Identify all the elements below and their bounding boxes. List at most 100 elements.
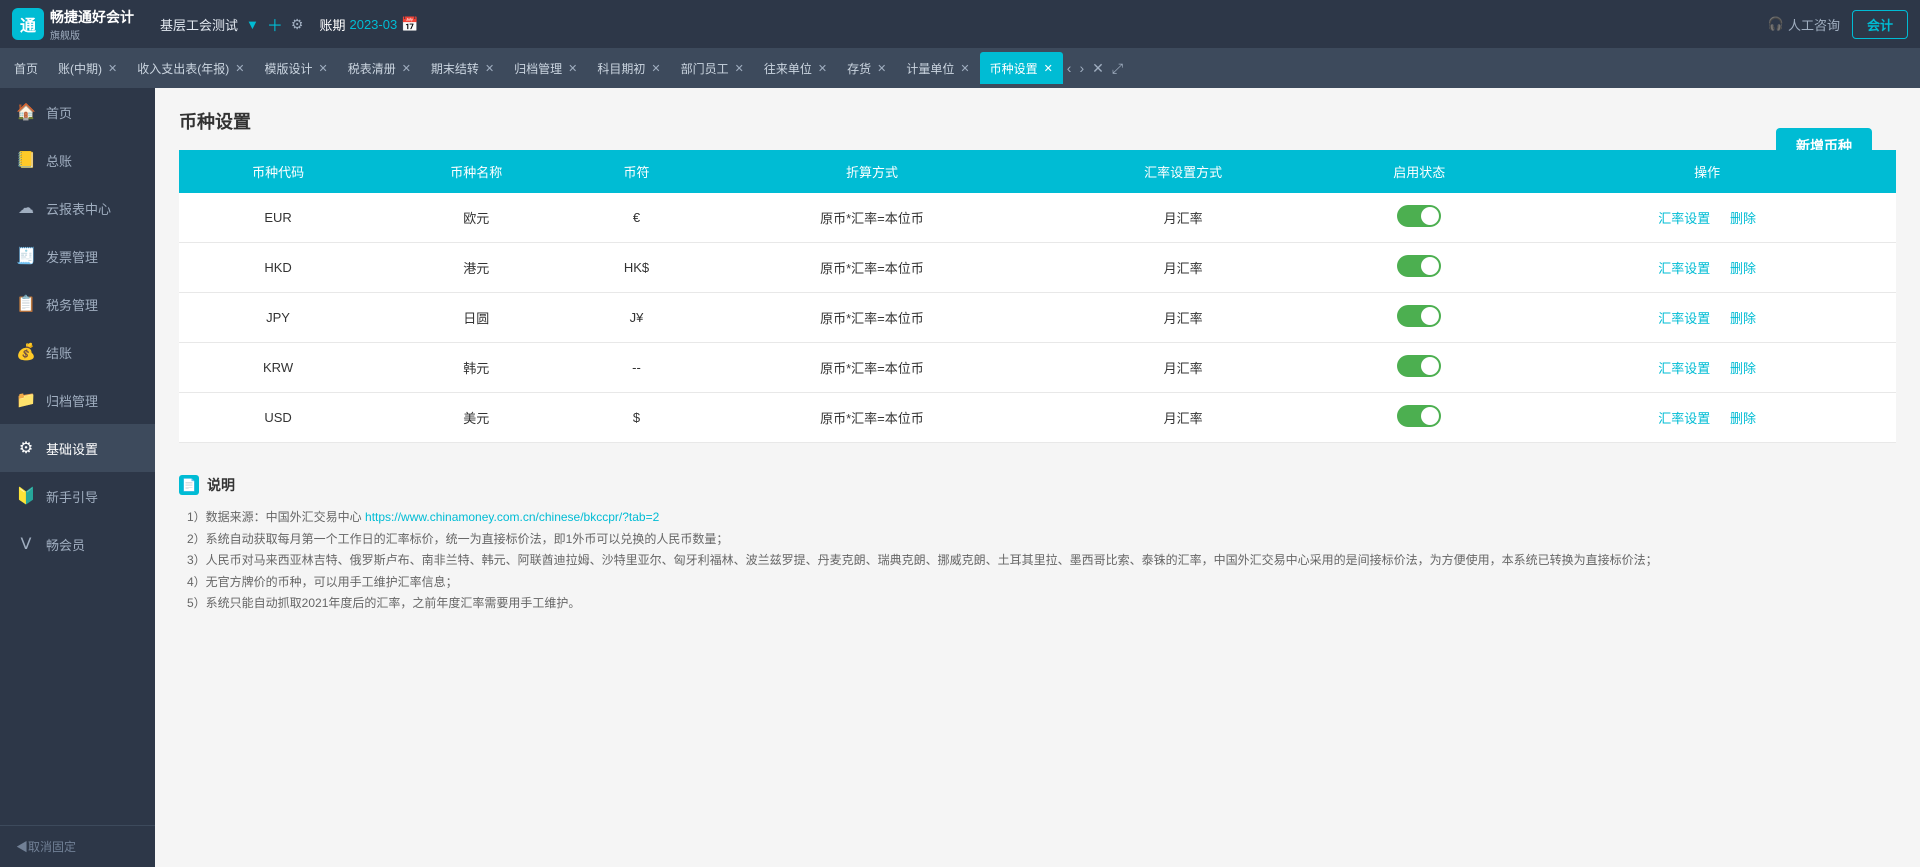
- home-icon: 🏠: [16, 102, 36, 122]
- tab-counterparty[interactable]: 往来单位 ✕: [754, 52, 837, 84]
- sidebar-label-home: 首页: [46, 103, 72, 122]
- project-dropdown-icon[interactable]: ▼: [246, 17, 259, 32]
- cell-code: USD: [179, 393, 377, 443]
- tab-nav-prev-icon[interactable]: ‹: [1063, 60, 1076, 76]
- notice-title: 说明: [207, 475, 235, 495]
- page-title: 币种设置: [179, 108, 1896, 134]
- sidebar-item-member[interactable]: Ⅴ 畅会员: [0, 520, 155, 568]
- sidebar-item-checkout[interactable]: 💰 结账: [0, 328, 155, 376]
- table-row: JPY 日圆 J¥ 原币*汇率=本位币 月汇率 汇率设置 删除: [179, 293, 1896, 343]
- rate-settings-link[interactable]: 汇率设置: [1658, 361, 1710, 376]
- sidebar-item-ledger[interactable]: 📒 总账: [0, 136, 155, 184]
- enabled-toggle[interactable]: [1397, 205, 1441, 227]
- delete-link[interactable]: 删除: [1730, 311, 1756, 326]
- add-project-icon[interactable]: ＋: [267, 12, 283, 36]
- cell-symbol: HK$: [575, 243, 697, 293]
- notice-header: 📄 说明: [179, 475, 1896, 495]
- tab-close-all-icon[interactable]: ✕: [1088, 60, 1108, 77]
- tab-close-active-icon[interactable]: ✕: [1044, 62, 1053, 75]
- tab-close-icon[interactable]: ✕: [818, 62, 827, 75]
- project-name: 基层工会测试: [160, 15, 238, 34]
- tab-home[interactable]: 首页: [4, 52, 48, 84]
- app-logo: 通 畅捷通好会计 旗舰版: [12, 7, 152, 42]
- settings-icon: ⚙: [16, 438, 36, 458]
- calendar-icon[interactable]: 📅: [401, 16, 418, 33]
- tab-close-icon[interactable]: ✕: [485, 62, 494, 75]
- tab-archive-mgmt[interactable]: 归档管理 ✕: [504, 52, 587, 84]
- sidebar-label-member: 畅会员: [46, 535, 85, 554]
- tab-expand-icon[interactable]: ⤢: [1108, 60, 1127, 77]
- tab-currency-settings[interactable]: 币种设置 ✕: [980, 52, 1063, 84]
- tab-ledger-mid[interactable]: 账(中期) ✕: [48, 52, 127, 84]
- sidebar-item-reports[interactable]: ☁ 云报表中心: [0, 184, 155, 232]
- rate-settings-link[interactable]: 汇率设置: [1658, 261, 1710, 276]
- cell-ops: 汇率设置 删除: [1518, 293, 1896, 343]
- enabled-toggle[interactable]: [1397, 355, 1441, 377]
- rate-settings-link[interactable]: 汇率设置: [1658, 311, 1710, 326]
- tab-inventory[interactable]: 存货 ✕: [837, 52, 896, 84]
- cell-symbol: --: [575, 343, 697, 393]
- tab-close-icon[interactable]: ✕: [568, 62, 577, 75]
- headset-icon: 🎧: [1768, 16, 1784, 32]
- notice-section: 📄 说明 1）数据来源：中国外汇交易中心 https://www.chinamo…: [179, 475, 1896, 615]
- sidebar-item-invoice[interactable]: 🧾 发票管理: [0, 232, 155, 280]
- rate-settings-link[interactable]: 汇率设置: [1658, 411, 1710, 426]
- sidebar-item-tax[interactable]: 📋 税务管理: [0, 280, 155, 328]
- notice-item: 5）系统只能自动抓取2021年度后的汇率，之前年度汇率需要用手工维护。: [187, 593, 1896, 615]
- page-top-bar: 币种设置 新增币种: [179, 108, 1896, 134]
- sidebar-item-guide[interactable]: 🔰 新手引导: [0, 472, 155, 520]
- tab-close-icon[interactable]: ✕: [651, 62, 660, 75]
- logo-icon: 通: [12, 8, 44, 40]
- sidebar-item-settings[interactable]: ⚙ 基础设置: [0, 424, 155, 472]
- cell-ops: 汇率设置 删除: [1518, 343, 1896, 393]
- cell-symbol: J¥: [575, 293, 697, 343]
- cell-code: KRW: [179, 343, 377, 393]
- sidebar-item-archive[interactable]: 📁 归档管理: [0, 376, 155, 424]
- cell-rate-type: 月汇率: [1046, 193, 1320, 243]
- tab-template-design[interactable]: 模版设计 ✕: [254, 52, 337, 84]
- sidebar-unpin-button[interactable]: ◀取消固定: [0, 825, 155, 867]
- delete-link[interactable]: 删除: [1730, 211, 1756, 226]
- cell-symbol: €: [575, 193, 697, 243]
- tab-period-transfer[interactable]: 期末结转 ✕: [421, 52, 504, 84]
- cell-code: EUR: [179, 193, 377, 243]
- rate-settings-link[interactable]: 汇率设置: [1658, 211, 1710, 226]
- tab-close-icon[interactable]: ✕: [318, 62, 327, 75]
- tab-unit[interactable]: 计量单位 ✕: [896, 52, 979, 84]
- settings-gear-icon[interactable]: ⚙: [291, 16, 304, 33]
- tab-close-icon[interactable]: ✕: [735, 62, 744, 75]
- table-row: USD 美元 $ 原币*汇率=本位币 月汇率 汇率设置 删除: [179, 393, 1896, 443]
- tab-close-icon[interactable]: ✕: [877, 62, 886, 75]
- tab-close-icon[interactable]: ✕: [402, 62, 411, 75]
- tab-close-icon[interactable]: ✕: [108, 62, 117, 75]
- sidebar-label-settings: 基础设置: [46, 439, 98, 458]
- app-body: 🏠 首页 📒 总账 ☁ 云报表中心 🧾 发票管理 📋 税务管理 💰 结账: [0, 88, 1920, 867]
- tab-subject-init[interactable]: 科目期初 ✕: [587, 52, 670, 84]
- tab-close-icon[interactable]: ✕: [960, 62, 969, 75]
- enabled-toggle[interactable]: [1397, 305, 1441, 327]
- header-right: 🎧 人工咨询 会计: [1768, 10, 1908, 39]
- cell-calc: 原币*汇率=本位币: [698, 193, 1047, 243]
- tab-close-icon[interactable]: ✕: [235, 62, 244, 75]
- delete-link[interactable]: 删除: [1730, 261, 1756, 276]
- delete-link[interactable]: 删除: [1730, 361, 1756, 376]
- delete-link[interactable]: 删除: [1730, 411, 1756, 426]
- tab-nav-next-icon[interactable]: ›: [1075, 60, 1088, 76]
- cell-rate-type: 月汇率: [1046, 393, 1320, 443]
- notice-item: 1）数据来源：中国外汇交易中心 https://www.chinamoney.c…: [187, 507, 1896, 529]
- archive-icon: 📁: [16, 390, 36, 410]
- sidebar-item-home[interactable]: 🏠 首页: [0, 88, 155, 136]
- cell-code: HKD: [179, 243, 377, 293]
- tab-tax-table[interactable]: 税表清册 ✕: [338, 52, 421, 84]
- enabled-toggle[interactable]: [1397, 255, 1441, 277]
- cell-rate-type: 月汇率: [1046, 343, 1320, 393]
- tab-dept-staff[interactable]: 部门员工 ✕: [671, 52, 754, 84]
- user-role-button[interactable]: 会计: [1852, 10, 1908, 39]
- help-button[interactable]: 🎧 人工咨询: [1768, 15, 1840, 34]
- enabled-toggle[interactable]: [1397, 405, 1441, 427]
- tab-bar: 首页 账(中期) ✕ 收入支出表(年报) ✕ 模版设计 ✕ 税表清册 ✕ 期末结…: [0, 48, 1920, 88]
- cell-enabled: [1320, 293, 1518, 343]
- col-header-enabled: 启用状态: [1320, 150, 1518, 193]
- tab-income-report[interactable]: 收入支出表(年报) ✕: [127, 52, 254, 84]
- notice-link[interactable]: https://www.chinamoney.com.cn/chinese/bk…: [365, 510, 659, 524]
